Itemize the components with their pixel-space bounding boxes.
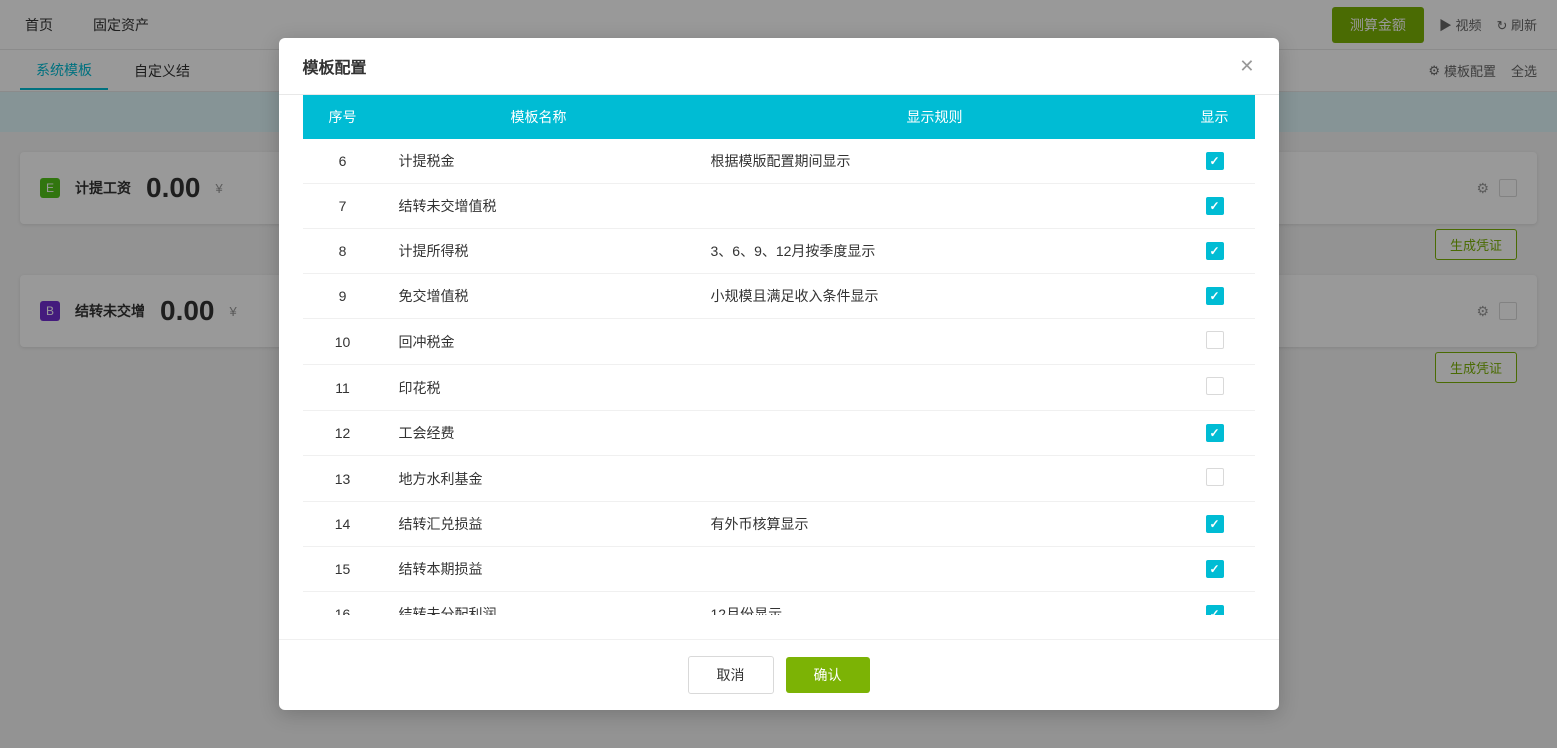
row-checkbox-6[interactable] — [1206, 424, 1224, 442]
modal-overlay: 模板配置 ✕ 序号 模板名称 显示规则 显示 6计提税金根据模版配置期间显 — [0, 0, 1557, 748]
cell-checkbox-9 — [1175, 547, 1255, 592]
table-row: 13地方水利基金 — [303, 456, 1255, 502]
row-checkbox-9[interactable] — [1206, 560, 1224, 578]
cell-checkbox-6 — [1175, 411, 1255, 456]
cell-name-9: 结转本期损益 — [383, 547, 695, 592]
table-row: 12工会经费 — [303, 411, 1255, 456]
cell-index-3: 9 — [303, 274, 383, 319]
cell-rule-10: 12月份显示 — [695, 592, 1175, 616]
table-row: 9免交增值税小规模且满足收入条件显示 — [303, 274, 1255, 319]
config-table: 序号 模板名称 显示规则 显示 6计提税金根据模版配置期间显示7结转未交增值税8… — [303, 95, 1255, 615]
cell-rule-0: 根据模版配置期间显示 — [695, 139, 1175, 184]
col-header-name: 模板名称 — [383, 95, 695, 139]
table-row: 6计提税金根据模版配置期间显示 — [303, 139, 1255, 184]
cell-checkbox-0 — [1175, 139, 1255, 184]
confirm-button[interactable]: 确认 — [786, 657, 870, 693]
cell-name-5: 印花税 — [383, 365, 695, 411]
cell-name-10: 结转未分配利润 — [383, 592, 695, 616]
cell-checkbox-8 — [1175, 502, 1255, 547]
cell-index-10: 16 — [303, 592, 383, 616]
template-config-modal: 模板配置 ✕ 序号 模板名称 显示规则 显示 6计提税金根据模版配置期间显 — [279, 38, 1279, 710]
cell-rule-5 — [695, 365, 1175, 411]
modal-title: 模板配置 — [303, 54, 367, 78]
cell-rule-9 — [695, 547, 1175, 592]
row-checkbox-4[interactable] — [1206, 331, 1224, 349]
cell-rule-8: 有外币核算显示 — [695, 502, 1175, 547]
cell-name-0: 计提税金 — [383, 139, 695, 184]
table-body: 6计提税金根据模版配置期间显示7结转未交增值税8计提所得税3、6、9、12月按季… — [303, 139, 1255, 615]
cell-rule-4 — [695, 319, 1175, 365]
table-scroll-wrapper[interactable]: 序号 模板名称 显示规则 显示 6计提税金根据模版配置期间显示7结转未交增值税8… — [303, 95, 1255, 615]
cell-checkbox-1 — [1175, 184, 1255, 229]
cell-name-4: 回冲税金 — [383, 319, 695, 365]
cell-name-7: 地方水利基金 — [383, 456, 695, 502]
row-checkbox-8[interactable] — [1206, 515, 1224, 533]
cell-index-6: 12 — [303, 411, 383, 456]
cell-index-7: 13 — [303, 456, 383, 502]
cell-checkbox-4 — [1175, 319, 1255, 365]
table-row: 14结转汇兑损益有外币核算显示 — [303, 502, 1255, 547]
row-checkbox-1[interactable] — [1206, 197, 1224, 215]
cell-index-8: 14 — [303, 502, 383, 547]
row-checkbox-2[interactable] — [1206, 242, 1224, 260]
row-checkbox-10[interactable] — [1206, 605, 1224, 615]
table-row: 16结转未分配利润12月份显示 — [303, 592, 1255, 616]
modal-footer: 取消 确认 — [279, 639, 1279, 710]
cell-name-3: 免交增值税 — [383, 274, 695, 319]
modal-close-button[interactable]: ✕ — [1239, 57, 1254, 75]
table-row: 15结转本期损益 — [303, 547, 1255, 592]
table-row: 10回冲税金 — [303, 319, 1255, 365]
cell-index-4: 10 — [303, 319, 383, 365]
row-checkbox-5[interactable] — [1206, 377, 1224, 395]
cell-rule-3: 小规模且满足收入条件显示 — [695, 274, 1175, 319]
table-row: 7结转未交增值税 — [303, 184, 1255, 229]
cell-index-0: 6 — [303, 139, 383, 184]
cell-rule-2: 3、6、9、12月按季度显示 — [695, 229, 1175, 274]
table-header: 序号 模板名称 显示规则 显示 — [303, 95, 1255, 139]
cell-name-2: 计提所得税 — [383, 229, 695, 274]
cell-checkbox-10 — [1175, 592, 1255, 616]
row-checkbox-7[interactable] — [1206, 468, 1224, 486]
cell-checkbox-3 — [1175, 274, 1255, 319]
cell-checkbox-5 — [1175, 365, 1255, 411]
cell-checkbox-2 — [1175, 229, 1255, 274]
cell-index-5: 11 — [303, 365, 383, 411]
row-checkbox-3[interactable] — [1206, 287, 1224, 305]
table-row: 8计提所得税3、6、9、12月按季度显示 — [303, 229, 1255, 274]
cancel-button[interactable]: 取消 — [688, 656, 774, 694]
cell-index-9: 15 — [303, 547, 383, 592]
cell-rule-7 — [695, 456, 1175, 502]
col-header-show: 显示 — [1175, 95, 1255, 139]
cell-rule-1 — [695, 184, 1175, 229]
cell-index-2: 8 — [303, 229, 383, 274]
cell-rule-6 — [695, 411, 1175, 456]
cell-name-8: 结转汇兑损益 — [383, 502, 695, 547]
modal-header: 模板配置 ✕ — [279, 38, 1279, 95]
row-checkbox-0[interactable] — [1206, 152, 1224, 170]
cell-name-1: 结转未交增值税 — [383, 184, 695, 229]
cell-name-6: 工会经费 — [383, 411, 695, 456]
cell-index-1: 7 — [303, 184, 383, 229]
cell-checkbox-7 — [1175, 456, 1255, 502]
modal-body: 序号 模板名称 显示规则 显示 6计提税金根据模版配置期间显示7结转未交增值税8… — [279, 95, 1279, 639]
col-header-index: 序号 — [303, 95, 383, 139]
table-row: 11印花税 — [303, 365, 1255, 411]
col-header-rule: 显示规则 — [695, 95, 1175, 139]
